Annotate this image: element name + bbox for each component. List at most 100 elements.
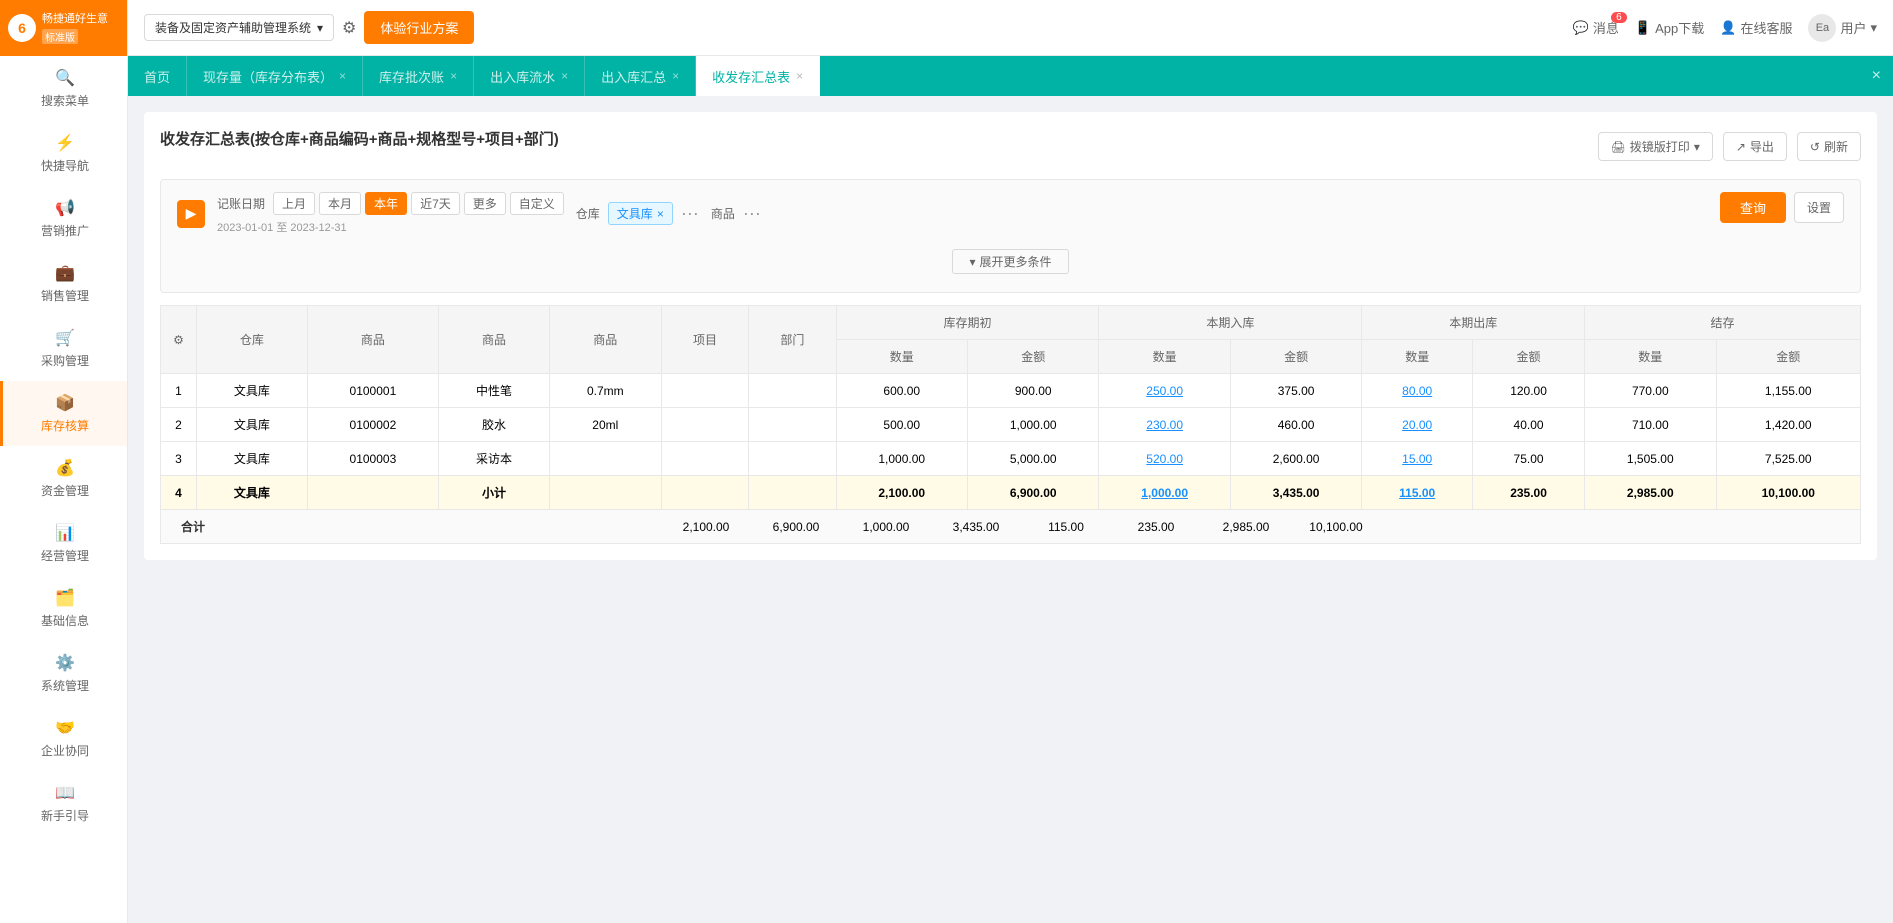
sidebar-item-销售管理[interactable]: 💼 销售管理 <box>0 251 127 316</box>
cell-qty-out[interactable]: 15.00 <box>1362 442 1473 476</box>
date-option-上月[interactable]: 上月 <box>273 192 315 215</box>
table-row: 4 文具库 小计 2,100.00 6,900.00 1,000.00 3,43… <box>161 476 1861 510</box>
tab-close-icon[interactable]: × <box>339 69 346 83</box>
th-qty-init: 数量 <box>836 340 967 374</box>
dropdown-arrow-icon: ▾ <box>317 21 323 35</box>
online-service-button[interactable]: 👤 在线客服 <box>1720 18 1792 37</box>
cell-amt-out: 235.00 <box>1473 476 1585 510</box>
tab-现存量（库存分布表）[interactable]: 现存量（库存分布表） × <box>187 56 363 96</box>
date-filter-section: 记账日期 上月本月本年近7天更多自定义 2023-01-01 至 2023-12… <box>217 192 564 235</box>
th-code: 商品 <box>307 306 438 374</box>
date-option-近7天[interactable]: 近7天 <box>411 192 460 215</box>
user-button[interactable]: Ea 用户 ▾ <box>1808 14 1877 42</box>
tab-label: 首页 <box>144 67 170 86</box>
sidebar-item-新手引导[interactable]: 📖 新手引导 <box>0 771 127 836</box>
link-qty-in[interactable]: 230.00 <box>1146 418 1183 432</box>
sidebar-icon: 📖 <box>55 783 75 803</box>
tab-出入库汇总[interactable]: 出入库汇总× <box>585 56 696 96</box>
cell-qty-in[interactable]: 230.00 <box>1099 408 1230 442</box>
tab-收发存汇总表[interactable]: 收发存汇总表× <box>696 56 820 96</box>
sidebar-item-经营管理[interactable]: 📊 经营管理 <box>0 511 127 576</box>
filter-settings-button[interactable]: 设置 <box>1794 192 1844 223</box>
cell-warehouse: 文具库 <box>197 408 308 442</box>
page-content: 收发存汇总表(按仓库+商品编码+商品+规格型号+项目+部门) 🖨 拨镜版打印 ▾… <box>128 96 1893 923</box>
date-option-本月[interactable]: 本月 <box>319 192 361 215</box>
goods-more-icon[interactable]: ··· <box>743 203 761 224</box>
cell-name: 胶水 <box>439 408 550 442</box>
sidebar-item-资金管理[interactable]: 💰 资金管理 <box>0 446 127 511</box>
sidebar-item-营销推广[interactable]: 📢 营销推广 <box>0 186 127 251</box>
cell-qty-in[interactable]: 1,000.00 <box>1099 476 1230 510</box>
refresh-button[interactable]: ↺ 刷新 <box>1797 132 1861 161</box>
tab-close-icon[interactable]: × <box>796 69 803 83</box>
warehouse-more-icon[interactable]: ··· <box>681 203 699 224</box>
cell-amt-in: 460.00 <box>1230 408 1361 442</box>
cell-amt-init: 6,900.00 <box>967 476 1098 510</box>
link-qty-out[interactable]: 115.00 <box>1399 486 1435 500</box>
cell-qty-out[interactable]: 20.00 <box>1362 408 1473 442</box>
warehouse-remove-icon[interactable]: × <box>657 207 664 221</box>
tab-close-icon[interactable]: × <box>450 69 457 83</box>
trial-button[interactable]: 体验行业方案 <box>364 11 474 44</box>
cell-amt-init: 900.00 <box>967 374 1098 408</box>
date-option-本年[interactable]: 本年 <box>365 192 407 215</box>
cell-amt-out: 40.00 <box>1473 408 1585 442</box>
table-row: 2 文具库 0100002 胶水 20ml 500.00 1,000.00 23… <box>161 408 1861 442</box>
cell-qty-out[interactable]: 80.00 <box>1362 374 1473 408</box>
footer-amt-in: 3,435.00 <box>931 520 1021 534</box>
cell-qty-out[interactable]: 115.00 <box>1362 476 1473 510</box>
system-title-dropdown[interactable]: 装备及固定资产辅助管理系统 ▾ <box>144 14 334 41</box>
th-init-group: 库存期初 <box>836 306 1099 340</box>
warehouse-filter: 仓库 文具库 × ··· <box>576 202 699 225</box>
query-button[interactable]: 查询 <box>1720 192 1786 223</box>
date-range-text: 2023-01-01 至 2023-12-31 <box>217 219 564 235</box>
link-qty-in[interactable]: 1,000.00 <box>1141 486 1188 500</box>
tab-库存批次账[interactable]: 库存批次账× <box>363 56 474 96</box>
app-download-button[interactable]: 📱 App下载 <box>1635 18 1704 37</box>
th-amt-out: 金额 <box>1473 340 1585 374</box>
date-option-自定义[interactable]: 自定义 <box>510 192 564 215</box>
sidebar-item-基础信息[interactable]: 🗂️ 基础信息 <box>0 576 127 641</box>
link-qty-in[interactable]: 250.00 <box>1146 384 1183 398</box>
tab-close-icon[interactable]: × <box>672 69 679 83</box>
link-qty-in[interactable]: 520.00 <box>1146 452 1183 466</box>
message-button[interactable]: 💬 消息 6 <box>1573 18 1619 37</box>
filter-toggle-button[interactable]: ▶ <box>177 200 205 228</box>
tab-close-icon[interactable]: × <box>561 69 568 83</box>
table-row: 3 文具库 0100003 采访本 1,000.00 5,000.00 520.… <box>161 442 1861 476</box>
logo-tag: 标准版 <box>42 29 78 44</box>
system-title-text: 装备及固定资产辅助管理系统 <box>155 19 311 36</box>
gear-icon[interactable]: ⚙ <box>342 18 356 38</box>
refresh-icon: ↺ <box>1810 140 1820 154</box>
cell-project <box>661 374 748 408</box>
goods-label: 商品 <box>711 205 735 222</box>
export-button[interactable]: ↗ 导出 <box>1723 132 1787 161</box>
logo-text: 畅捷通好生意 <box>42 12 108 27</box>
sidebar-item-快捷导航[interactable]: ⚡ 快捷导航 <box>0 121 127 186</box>
warehouse-tag-text: 文具库 <box>617 205 653 222</box>
link-qty-out[interactable]: 15.00 <box>1402 452 1432 466</box>
print-button[interactable]: 🖨 拨镜版打印 ▾ <box>1598 132 1713 161</box>
date-option-更多[interactable]: 更多 <box>464 192 506 215</box>
warehouse-tag[interactable]: 文具库 × <box>608 202 673 225</box>
tab-label: 现存量（库存分布表） <box>203 67 333 86</box>
link-qty-out[interactable]: 20.00 <box>1402 418 1432 432</box>
close-all-tabs-button[interactable]: × <box>1860 67 1893 85</box>
footer-amt-out: 235.00 <box>1111 520 1201 534</box>
cell-qty-in[interactable]: 250.00 <box>1099 374 1230 408</box>
tab-出入库流水[interactable]: 出入库流水× <box>474 56 585 96</box>
cell-amt-out: 120.00 <box>1473 374 1585 408</box>
sidebar-icon: 📊 <box>55 523 75 543</box>
cell-qty-in[interactable]: 520.00 <box>1099 442 1230 476</box>
sidebar-item-系统管理[interactable]: ⚙️ 系统管理 <box>0 641 127 706</box>
cell-spec <box>549 442 661 476</box>
sidebar-item-搜索菜单[interactable]: 🔍 搜索菜单 <box>0 56 127 121</box>
sidebar-label: 库存核算 <box>41 417 89 434</box>
tab-首页[interactable]: 首页 <box>128 56 187 96</box>
sidebar-item-采购管理[interactable]: 🛒 采购管理 <box>0 316 127 381</box>
cell-project <box>661 442 748 476</box>
sidebar-item-库存核算[interactable]: 📦 库存核算 <box>0 381 127 446</box>
sidebar-item-企业协同[interactable]: 🤝 企业协同 <box>0 706 127 771</box>
link-qty-out[interactable]: 80.00 <box>1402 384 1432 398</box>
expand-more-button[interactable]: ▾ 展开更多条件 <box>952 249 1068 274</box>
